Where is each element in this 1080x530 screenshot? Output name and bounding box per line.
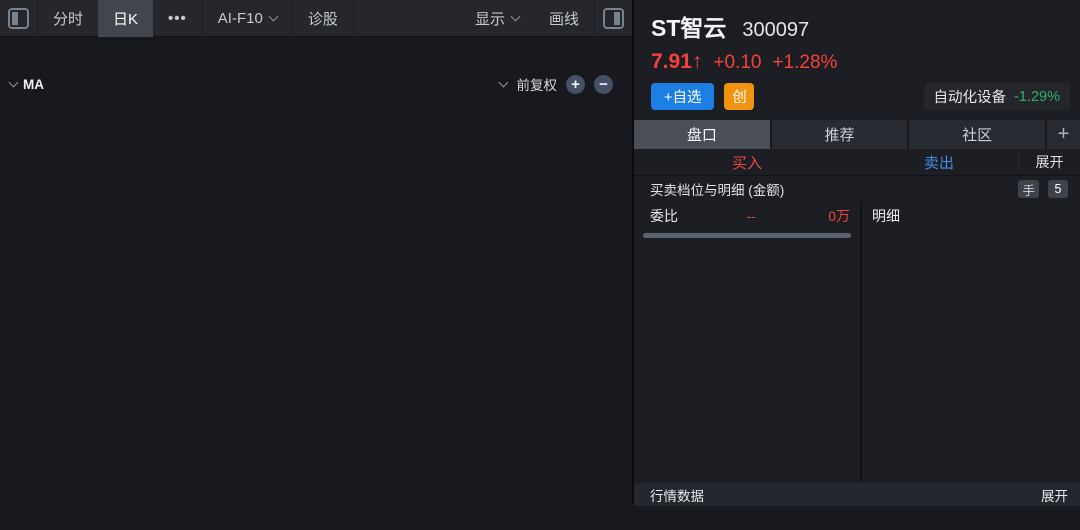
stock-name: ST智云 <box>651 9 726 43</box>
tick-detail-column: 明细 <box>860 202 1080 482</box>
more-periods-button[interactable]: ••• <box>153 0 202 37</box>
unit-lots-badge[interactable]: 手 <box>1018 180 1039 198</box>
expand-quote-data-button[interactable]: 展开 <box>1041 485 1068 505</box>
industry-change-percent: -1.29% <box>1014 89 1060 105</box>
tab-recommend[interactable]: 推荐 <box>772 120 908 149</box>
chevron-down-icon <box>268 11 278 21</box>
tab-daily-kline[interactable]: 日K <box>98 0 153 37</box>
zoom-out-button[interactable]: − <box>594 75 613 94</box>
book-splitter[interactable] <box>634 229 860 241</box>
weibi-value: -- <box>704 208 798 224</box>
detail-header: 明细 <box>862 202 1080 229</box>
toggle-left-panel-button[interactable] <box>0 0 37 37</box>
ma-group-label[interactable]: MA <box>23 77 44 92</box>
zoom-in-button[interactable]: + <box>566 75 585 94</box>
quote-fields-row <box>634 506 1080 530</box>
add-tab-button[interactable]: + <box>1047 120 1080 149</box>
panel-left-icon <box>8 8 29 29</box>
quote-data-title: 行情数据 <box>650 485 704 505</box>
add-watchlist-button[interactable]: +自选 <box>651 83 714 110</box>
display-label: 显示 <box>475 8 505 29</box>
industry-name: 自动化设备 <box>934 86 1007 107</box>
splitter-grip-icon <box>643 233 851 238</box>
current-price: 7.91↑ <box>651 50 702 74</box>
ma-legend-bar: MA 前复权 + − <box>0 69 632 99</box>
kline-chart[interactable] <box>0 99 632 503</box>
expand-trade-button[interactable]: 展开 <box>1018 152 1080 172</box>
plus-icon: + <box>1058 123 1070 146</box>
adjust-mode-selector[interactable]: 前复权 <box>517 74 558 94</box>
chevron-down-icon <box>9 77 19 87</box>
ai-f10-button[interactable]: AI-F10 <box>203 0 292 37</box>
chinext-board-badge[interactable]: 创 <box>724 83 754 110</box>
quote-panel: ST智云 300097 7.91↑ +0.10 +1.28% +自选 创 自动化… <box>632 0 1080 504</box>
buy-button[interactable]: 买入 <box>634 152 860 173</box>
order-book-column: 委比 -- 0万 <box>634 202 860 482</box>
chart-toolbar: 分时 日K ••• AI-F10 诊股 显示 画线 <box>0 0 632 37</box>
level-count-badge[interactable]: 5 <box>1048 180 1068 198</box>
tab-order-book[interactable]: 盘口 <box>634 120 770 149</box>
chart-panel: 分时 日K ••• AI-F10 诊股 显示 画线 MA 前复权 + − <box>0 0 632 504</box>
chevron-down-icon <box>498 77 508 87</box>
price-change-percent: +1.28% <box>772 52 837 74</box>
weibi-label: 委比 <box>634 206 704 226</box>
book-section-title: 买卖档位与明细 (金额) <box>650 179 784 199</box>
stock-code: 300097 <box>742 19 809 42</box>
ai-f10-label: AI-F10 <box>218 10 263 27</box>
tab-minute-chart[interactable]: 分时 <box>38 0 98 37</box>
industry-link[interactable]: 自动化设备 -1.29% <box>924 83 1070 110</box>
panel-tab-bar: 盘口 推荐 社区 + <box>634 120 1080 149</box>
panel-right-icon <box>603 8 624 29</box>
diagnose-stock-button[interactable]: 诊股 <box>293 0 353 37</box>
chevron-down-icon <box>511 11 521 21</box>
draw-line-button[interactable]: 画线 <box>534 0 594 37</box>
toggle-right-panel-button[interactable] <box>595 0 632 37</box>
tab-community[interactable]: 社区 <box>909 120 1045 149</box>
stock-tags <box>0 37 632 69</box>
weibi-amount: 0万 <box>798 206 860 226</box>
display-menu-button[interactable]: 显示 <box>460 0 534 37</box>
price-change: +0.10 <box>713 52 761 74</box>
sell-button[interactable]: 卖出 <box>860 152 1018 173</box>
toolbar-divider <box>353 0 354 37</box>
